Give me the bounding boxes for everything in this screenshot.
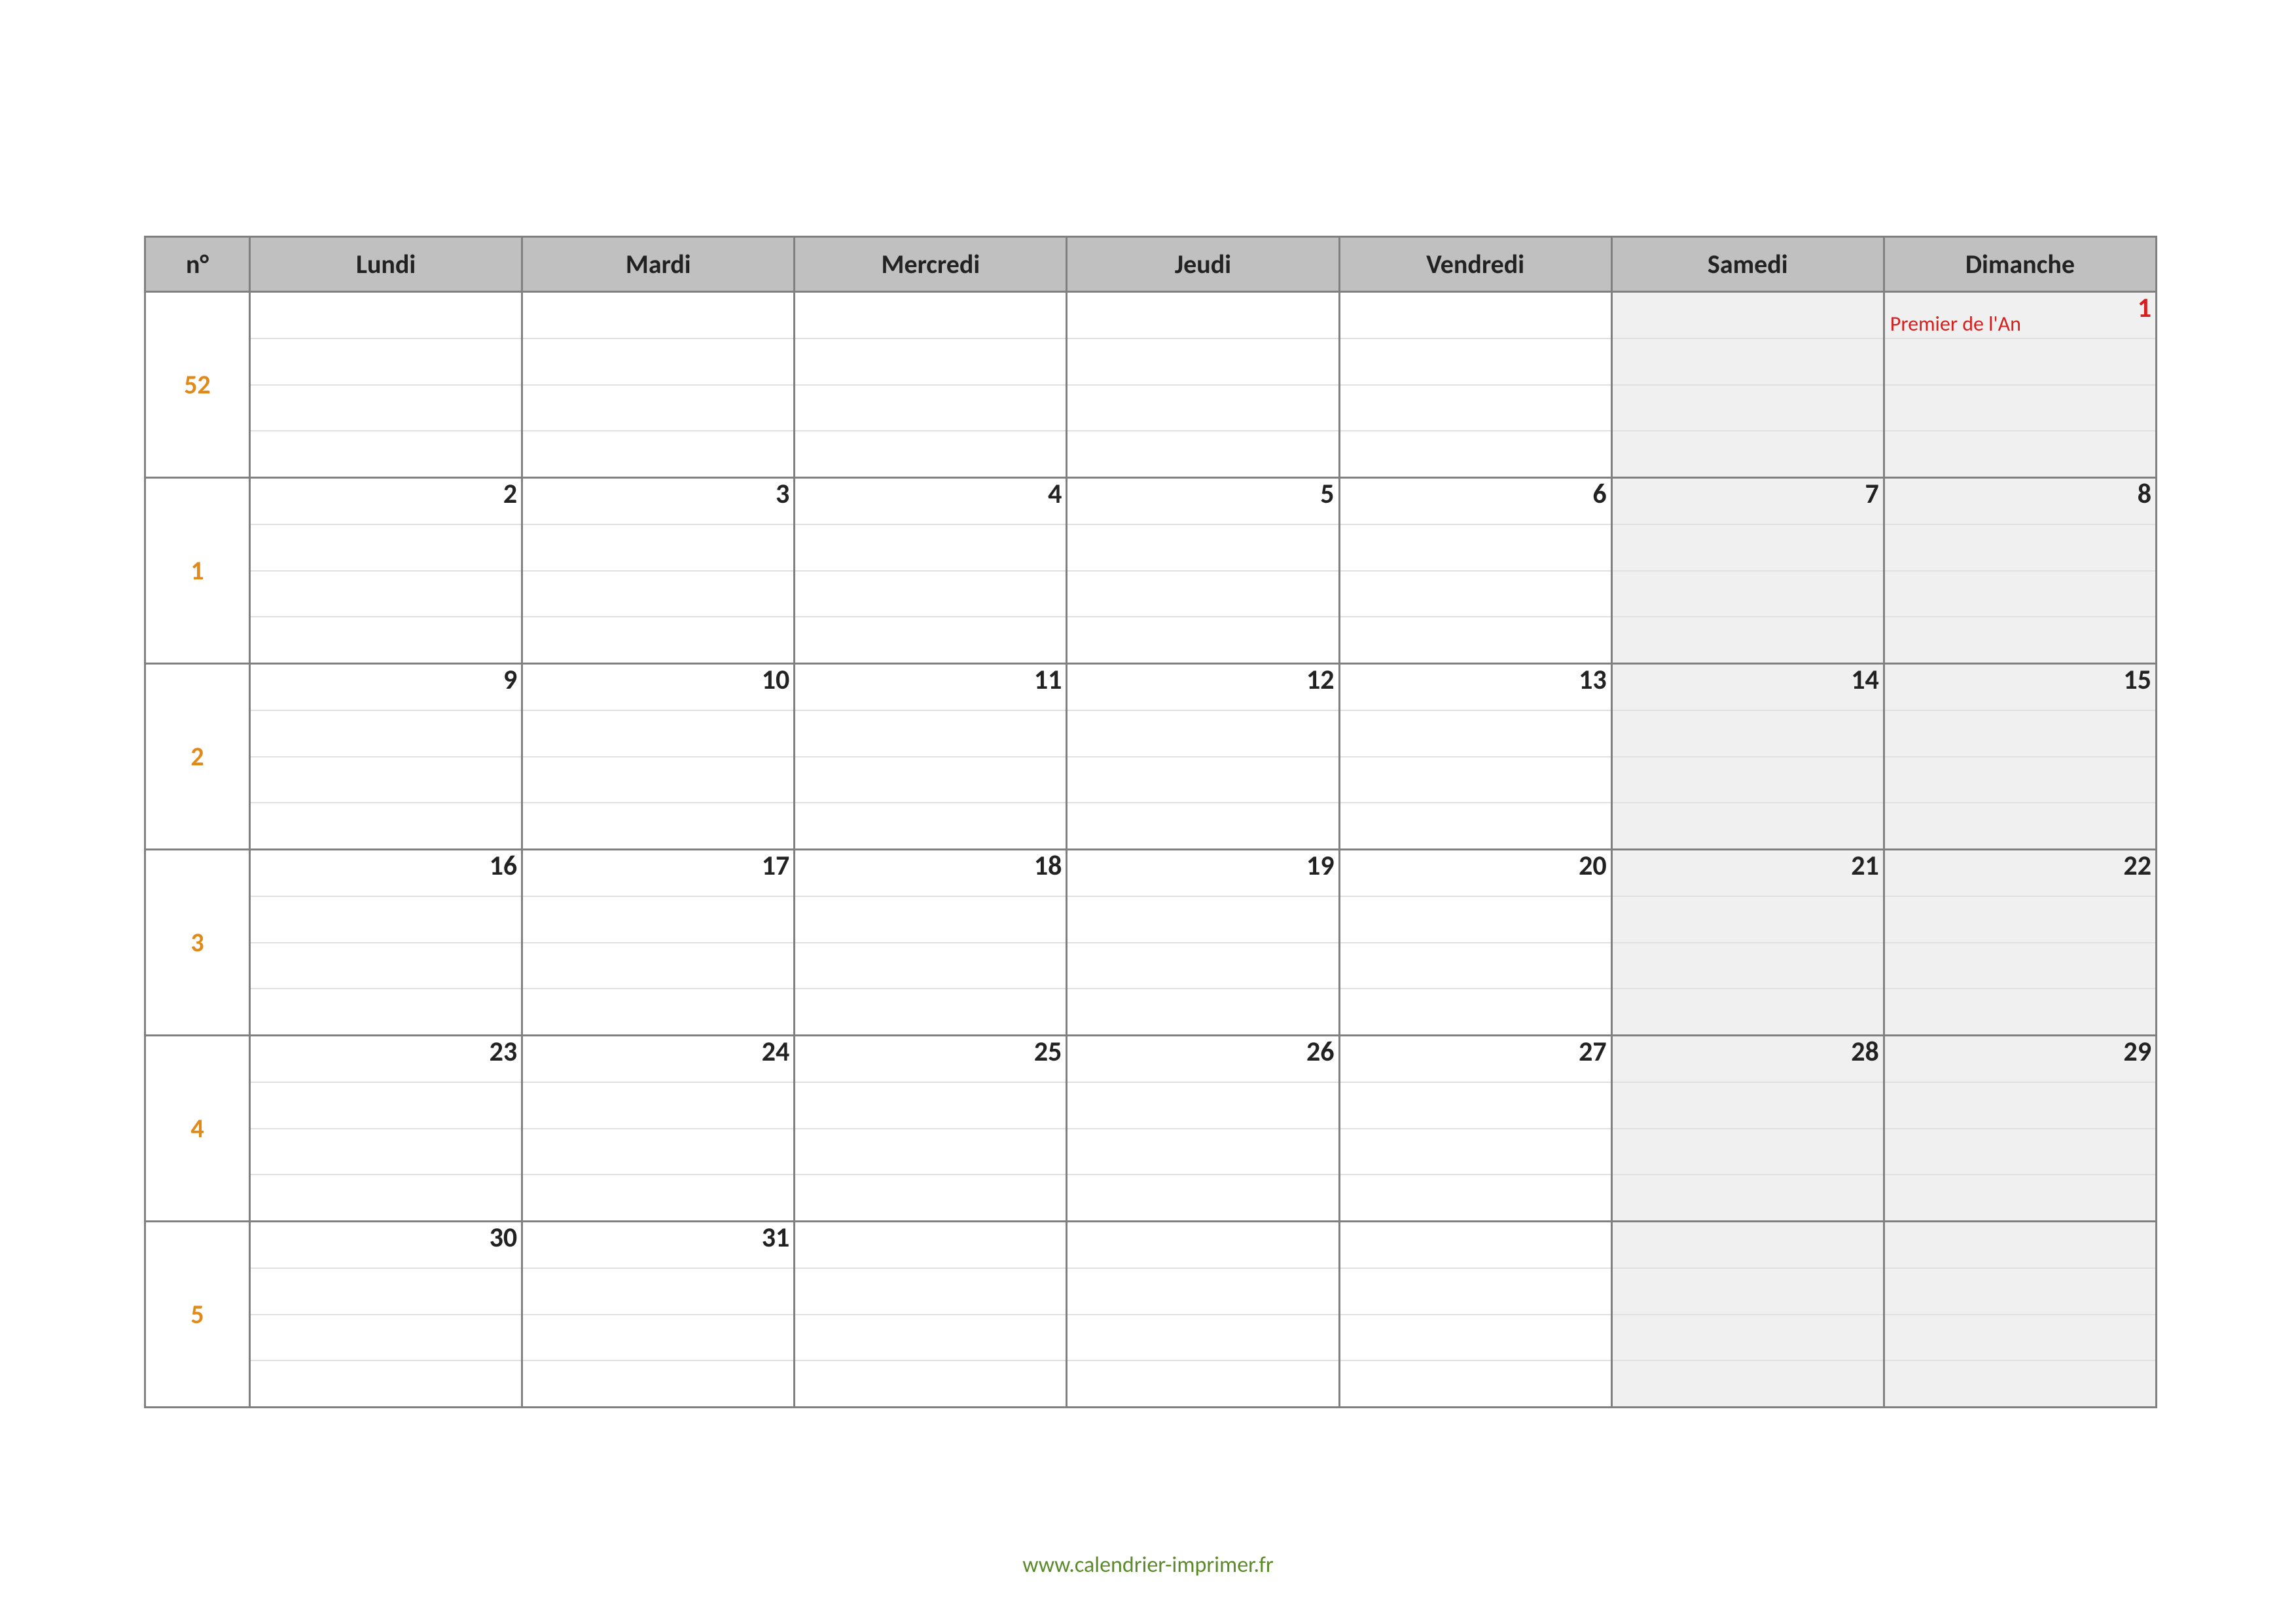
day-number: 23 <box>490 1035 518 1068</box>
day-cell <box>1611 292 1884 478</box>
day-number: 12 <box>1306 663 1335 697</box>
week-row: 52 1 Premier de l'An <box>145 292 2157 478</box>
day-cell: 6 <box>1339 478 1611 664</box>
day-cell <box>1067 292 1339 478</box>
day-cell: 31 <box>522 1222 795 1408</box>
day-cell <box>1067 1222 1339 1408</box>
day-cell <box>522 292 795 478</box>
day-cell <box>250 292 522 478</box>
day-cell: 22 <box>1884 850 2156 1036</box>
header-day-thu: Jeudi <box>1067 237 1339 292</box>
footer-url: www.calendrier-imprimer.fr <box>0 1552 2296 1578</box>
day-number: 7 <box>1865 477 1879 511</box>
day-cell: 8 <box>1884 478 2156 664</box>
day-cell: 27 <box>1339 1036 1611 1222</box>
calendar-page: n° Lundi Mardi Mercredi Jeudi Vendredi S… <box>144 236 2157 1408</box>
day-cell: 11 <box>795 664 1067 850</box>
week-number: 2 <box>145 664 250 850</box>
day-cell: 30 <box>250 1222 522 1408</box>
calendar-table: n° Lundi Mardi Mercredi Jeudi Vendredi S… <box>144 236 2157 1408</box>
day-number: 20 <box>1579 849 1607 883</box>
week-row: 5 30 31 <box>145 1222 2157 1408</box>
day-number: 31 <box>762 1221 790 1254</box>
day-cell: 24 <box>522 1036 795 1222</box>
day-cell: 19 <box>1067 850 1339 1036</box>
day-number: 24 <box>762 1035 790 1068</box>
day-cell <box>1884 1222 2156 1408</box>
day-number: 13 <box>1579 663 1607 697</box>
day-number: 30 <box>490 1221 518 1254</box>
week-number: 5 <box>145 1222 250 1408</box>
day-number: 4 <box>1048 477 1062 511</box>
day-cell: 7 <box>1611 478 1884 664</box>
day-cell: 2 <box>250 478 522 664</box>
day-cell: 10 <box>522 664 795 850</box>
day-number: 16 <box>490 849 518 883</box>
day-cell: 16 <box>250 850 522 1036</box>
week-row: 3 16 17 18 19 20 21 22 <box>145 850 2157 1036</box>
day-number: 18 <box>1034 849 1062 883</box>
day-number: 22 <box>2123 849 2151 883</box>
week-row: 1 2 3 4 5 6 7 8 <box>145 478 2157 664</box>
header-row: n° Lundi Mardi Mercredi Jeudi Vendredi S… <box>145 237 2157 292</box>
header-day-tue: Mardi <box>522 237 795 292</box>
day-number: 11 <box>1034 663 1062 697</box>
day-cell: 5 <box>1067 478 1339 664</box>
day-cell <box>795 292 1067 478</box>
day-number: 3 <box>776 477 789 511</box>
day-cell: 3 <box>522 478 795 664</box>
day-number: 8 <box>2138 477 2151 511</box>
day-cell <box>1339 1222 1611 1408</box>
day-cell <box>1339 292 1611 478</box>
day-number: 10 <box>762 663 790 697</box>
day-cell <box>795 1222 1067 1408</box>
day-cell: 4 <box>795 478 1067 664</box>
day-cell: 1 Premier de l'An <box>1884 292 2156 478</box>
day-number: 28 <box>1851 1035 1879 1068</box>
day-cell: 23 <box>250 1036 522 1222</box>
header-week-col: n° <box>145 237 250 292</box>
day-cell: 18 <box>795 850 1067 1036</box>
day-number: 2 <box>503 477 517 511</box>
day-cell: 20 <box>1339 850 1611 1036</box>
day-number: 27 <box>1579 1035 1607 1068</box>
week-row: 4 23 24 25 26 27 28 29 <box>145 1036 2157 1222</box>
day-cell <box>1611 1222 1884 1408</box>
day-number: 14 <box>1851 663 1879 697</box>
day-cell: 29 <box>1884 1036 2156 1222</box>
day-cell: 26 <box>1067 1036 1339 1222</box>
day-number: 21 <box>1851 849 1879 883</box>
day-cell: 9 <box>250 664 522 850</box>
day-number: 5 <box>1320 477 1334 511</box>
day-cell: 28 <box>1611 1036 1884 1222</box>
header-day-fri: Vendredi <box>1339 237 1611 292</box>
day-cell: 15 <box>1884 664 2156 850</box>
week-number: 3 <box>145 850 250 1036</box>
day-event: Premier de l'An <box>1890 311 2021 337</box>
day-cell: 17 <box>522 850 795 1036</box>
day-cell: 12 <box>1067 664 1339 850</box>
day-number: 25 <box>1034 1035 1062 1068</box>
day-number: 19 <box>1306 849 1335 883</box>
day-number: 1 <box>2138 291 2151 325</box>
day-number: 26 <box>1306 1035 1335 1068</box>
header-day-mon: Lundi <box>250 237 522 292</box>
week-number: 1 <box>145 478 250 664</box>
day-number: 17 <box>762 849 790 883</box>
week-number: 4 <box>145 1036 250 1222</box>
day-number: 6 <box>1592 477 1606 511</box>
day-cell: 25 <box>795 1036 1067 1222</box>
day-number: 29 <box>2123 1035 2151 1068</box>
day-cell: 14 <box>1611 664 1884 850</box>
day-cell: 21 <box>1611 850 1884 1036</box>
day-number: 9 <box>503 663 517 697</box>
day-number: 15 <box>2123 663 2151 697</box>
header-day-sat: Samedi <box>1611 237 1884 292</box>
day-cell: 13 <box>1339 664 1611 850</box>
header-day-wed: Mercredi <box>795 237 1067 292</box>
week-row: 2 9 10 11 12 13 14 15 <box>145 664 2157 850</box>
week-number: 52 <box>145 292 250 478</box>
header-day-sun: Dimanche <box>1884 237 2156 292</box>
